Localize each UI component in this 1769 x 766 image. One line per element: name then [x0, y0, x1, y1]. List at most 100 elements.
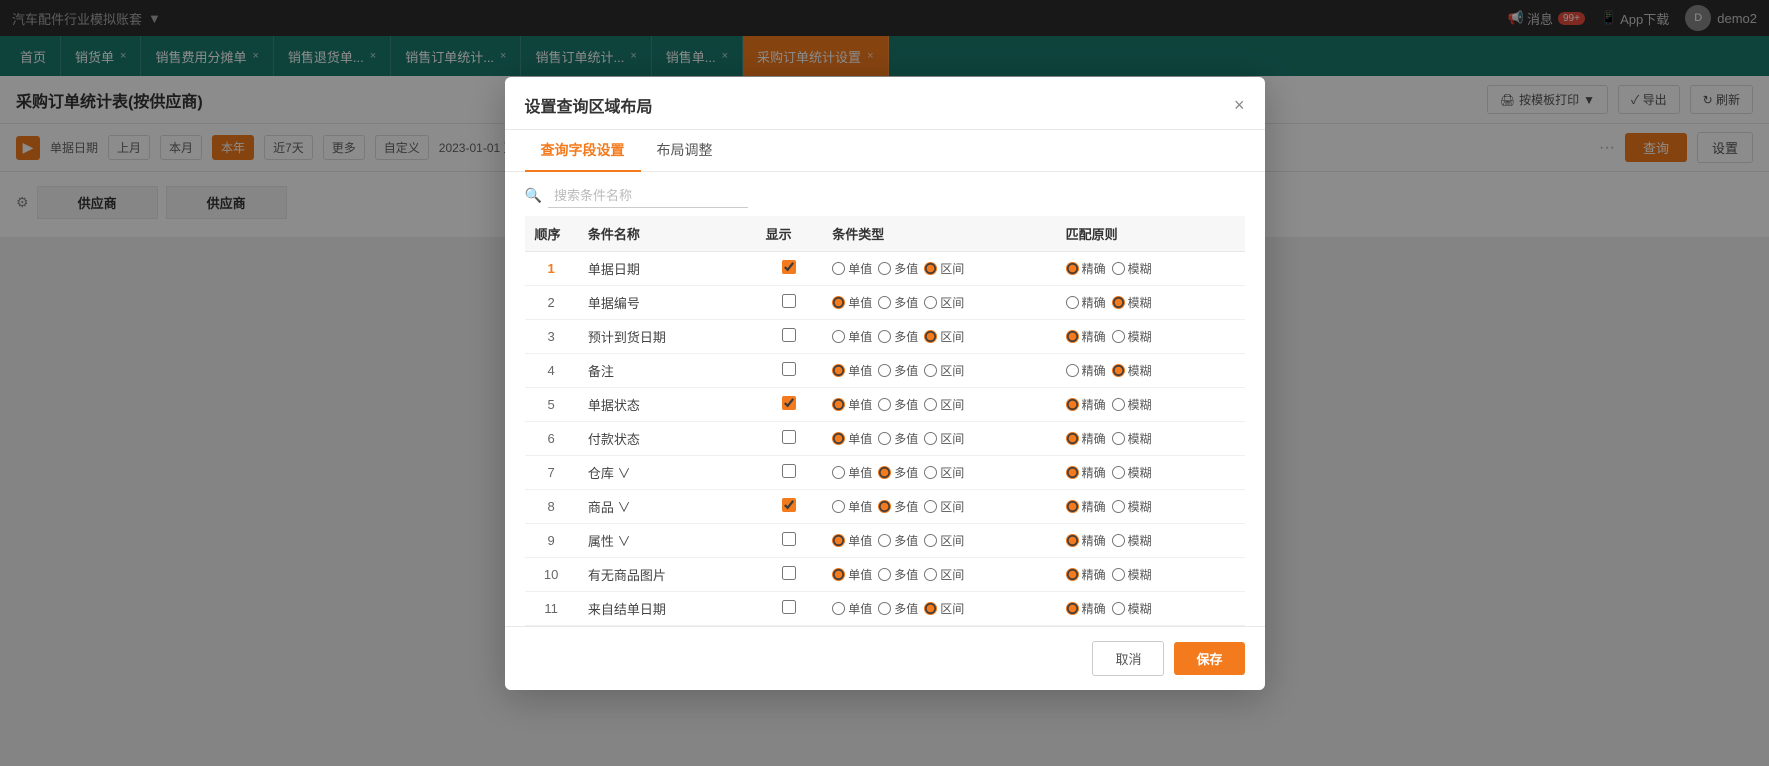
match-radio[interactable]	[1066, 262, 1079, 275]
row-show[interactable]	[756, 251, 823, 285]
match-radio[interactable]	[1112, 568, 1125, 581]
type-option-单值[interactable]: 单值	[832, 430, 872, 447]
show-checkbox[interactable]	[782, 566, 796, 580]
search-input[interactable]	[548, 184, 748, 208]
match-option-模糊[interactable]: 模糊	[1112, 362, 1152, 379]
type-option-区间[interactable]: 区间	[924, 396, 964, 413]
type-option-单值[interactable]: 单值	[832, 566, 872, 583]
match-radio[interactable]	[1066, 568, 1079, 581]
show-checkbox[interactable]	[782, 328, 796, 342]
type-option-区间[interactable]: 区间	[924, 498, 964, 515]
row-show[interactable]	[756, 523, 823, 557]
type-option-单值[interactable]: 单值	[832, 464, 872, 481]
match-radio[interactable]	[1066, 466, 1079, 479]
type-option-多值[interactable]: 多值	[878, 362, 918, 379]
type-option-多值[interactable]: 多值	[878, 532, 918, 549]
type-option-区间[interactable]: 区间	[924, 566, 964, 583]
type-radio[interactable]	[878, 466, 891, 479]
match-radio[interactable]	[1112, 432, 1125, 445]
match-option-精确[interactable]: 精确	[1066, 464, 1106, 481]
type-radio[interactable]	[832, 296, 845, 309]
match-option-模糊[interactable]: 模糊	[1112, 430, 1152, 447]
type-option-多值[interactable]: 多值	[878, 260, 918, 277]
match-option-模糊[interactable]: 模糊	[1112, 396, 1152, 413]
match-radio[interactable]	[1112, 398, 1125, 411]
row-show[interactable]	[756, 319, 823, 353]
type-option-区间[interactable]: 区间	[924, 600, 964, 617]
type-radio[interactable]	[878, 568, 891, 581]
type-radio[interactable]	[878, 262, 891, 275]
match-radio[interactable]	[1066, 330, 1079, 343]
match-radio[interactable]	[1066, 432, 1079, 445]
type-option-单值[interactable]: 单值	[832, 532, 872, 549]
type-radio[interactable]	[832, 432, 845, 445]
type-radio[interactable]	[832, 466, 845, 479]
row-show[interactable]	[756, 387, 823, 421]
type-option-单值[interactable]: 单值	[832, 328, 872, 345]
type-radio[interactable]	[924, 398, 937, 411]
row-show[interactable]	[756, 421, 823, 455]
match-radio[interactable]	[1112, 262, 1125, 275]
show-checkbox[interactable]	[782, 294, 796, 308]
match-radio[interactable]	[1112, 602, 1125, 615]
match-radio[interactable]	[1112, 534, 1125, 547]
match-option-精确[interactable]: 精确	[1066, 260, 1106, 277]
match-radio[interactable]	[1066, 500, 1079, 513]
type-option-区间[interactable]: 区间	[924, 294, 964, 311]
type-radio[interactable]	[924, 364, 937, 377]
match-option-精确[interactable]: 精确	[1066, 566, 1106, 583]
type-option-单值[interactable]: 单值	[832, 600, 872, 617]
type-option-单值[interactable]: 单值	[832, 396, 872, 413]
match-radio[interactable]	[1112, 330, 1125, 343]
type-radio[interactable]	[832, 602, 845, 615]
tab-layout-adjust[interactable]: 布局调整	[641, 130, 729, 172]
row-show[interactable]	[756, 455, 823, 489]
row-show[interactable]	[756, 489, 823, 523]
show-checkbox[interactable]	[782, 464, 796, 478]
show-checkbox[interactable]	[782, 430, 796, 444]
match-option-精确[interactable]: 精确	[1066, 498, 1106, 515]
type-option-多值[interactable]: 多值	[878, 566, 918, 583]
type-radio[interactable]	[878, 398, 891, 411]
show-checkbox[interactable]	[782, 260, 796, 274]
type-option-多值[interactable]: 多值	[878, 328, 918, 345]
match-option-模糊[interactable]: 模糊	[1112, 260, 1152, 277]
type-radio[interactable]	[878, 432, 891, 445]
cancel-button[interactable]: 取消	[1092, 641, 1164, 676]
type-option-区间[interactable]: 区间	[924, 362, 964, 379]
match-option-模糊[interactable]: 模糊	[1112, 464, 1152, 481]
type-radio[interactable]	[832, 364, 845, 377]
match-radio[interactable]	[1112, 466, 1125, 479]
match-radio[interactable]	[1066, 296, 1079, 309]
match-option-模糊[interactable]: 模糊	[1112, 328, 1152, 345]
match-option-精确[interactable]: 精确	[1066, 362, 1106, 379]
type-radio[interactable]	[924, 534, 937, 547]
type-radio[interactable]	[832, 262, 845, 275]
type-radio[interactable]	[878, 296, 891, 309]
show-checkbox[interactable]	[782, 532, 796, 546]
match-radio[interactable]	[1112, 500, 1125, 513]
tab-field-settings[interactable]: 查询字段设置	[525, 130, 641, 172]
type-option-多值[interactable]: 多值	[878, 430, 918, 447]
match-option-模糊[interactable]: 模糊	[1112, 294, 1152, 311]
type-option-多值[interactable]: 多值	[878, 498, 918, 515]
type-radio[interactable]	[878, 364, 891, 377]
dialog-close-button[interactable]: ×	[1234, 96, 1245, 114]
row-show[interactable]	[756, 591, 823, 625]
type-radio[interactable]	[924, 602, 937, 615]
type-radio[interactable]	[924, 568, 937, 581]
match-option-精确[interactable]: 精确	[1066, 328, 1106, 345]
type-radio[interactable]	[832, 500, 845, 513]
match-option-精确[interactable]: 精确	[1066, 294, 1106, 311]
show-checkbox[interactable]	[782, 600, 796, 614]
match-option-精确[interactable]: 精确	[1066, 430, 1106, 447]
type-option-区间[interactable]: 区间	[924, 260, 964, 277]
type-radio[interactable]	[924, 466, 937, 479]
match-option-精确[interactable]: 精确	[1066, 600, 1106, 617]
type-option-区间[interactable]: 区间	[924, 328, 964, 345]
type-option-单值[interactable]: 单值	[832, 498, 872, 515]
type-radio[interactable]	[878, 330, 891, 343]
type-radio[interactable]	[924, 262, 937, 275]
type-radio[interactable]	[832, 398, 845, 411]
type-radio[interactable]	[878, 602, 891, 615]
